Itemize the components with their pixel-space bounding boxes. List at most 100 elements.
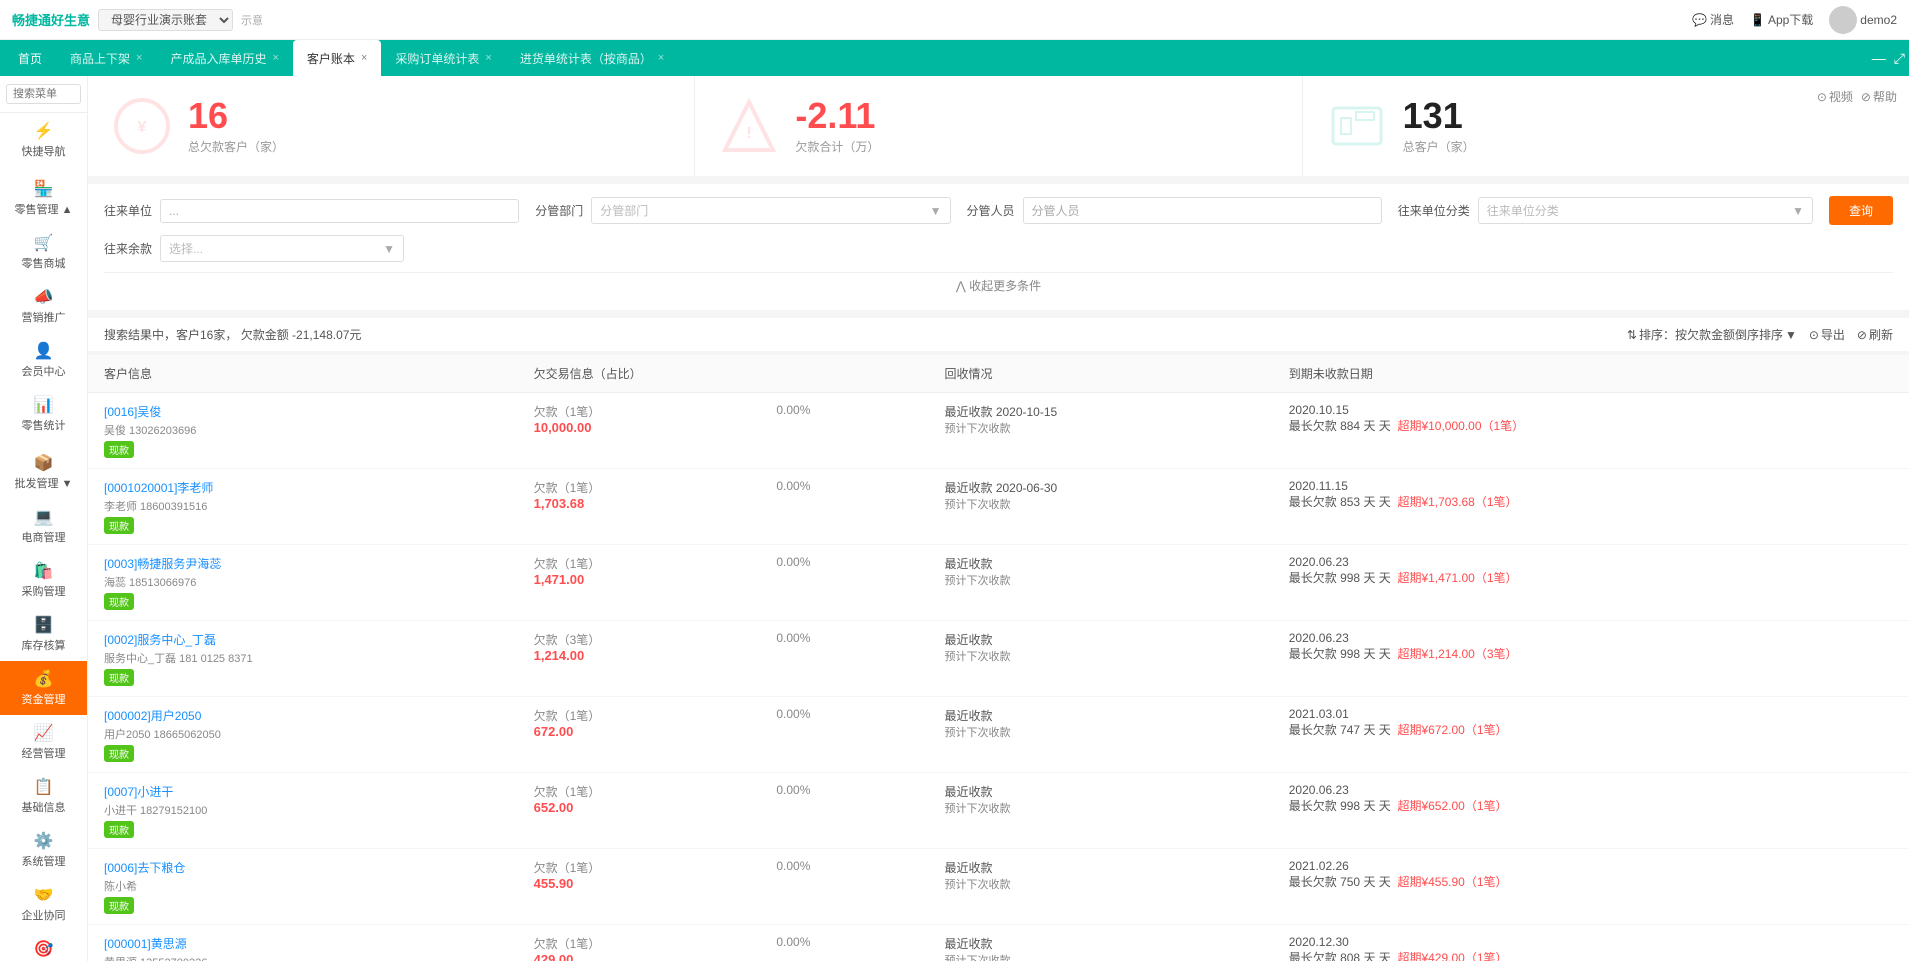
tab-purchase-label: 采购订单统计表: [395, 50, 479, 67]
export-btn[interactable]: ⊙ 导出: [1809, 326, 1845, 343]
cell-return-6: 最近收款 预计下次收款: [928, 849, 1272, 925]
stat-value-2: -2.11: [795, 98, 1277, 134]
filter-row-1: 往来单位 ... 分管部门 分管部门 ▼ 分管人员 分管人员: [104, 196, 1893, 225]
sidebar-item-batch[interactable]: 📦 批发管理 ▼: [0, 445, 87, 499]
next-collect-6: 预计下次收款: [944, 876, 1256, 892]
tab-purchase-close[interactable]: ×: [485, 52, 491, 64]
sidebar-item-finance[interactable]: 💰 资金管理: [0, 661, 87, 715]
message-btn[interactable]: 💬 消息: [1692, 11, 1734, 28]
result-actions: ⇅ 排序：按欠款金额倒序排序 ▼ ⊙ 导出 ⊘ 刷新: [1627, 326, 1893, 343]
tab-home[interactable]: 首页: [4, 40, 56, 76]
customer-name-7[interactable]: [000001]黄思源: [104, 935, 502, 952]
next-collect-5: 预计下次收款: [944, 800, 1256, 816]
th-customer: 客户信息: [88, 355, 518, 393]
marketing-icon: 📣: [0, 287, 87, 307]
cell-debt-1: 欠款（1笔） 1,703.68: [518, 469, 753, 545]
overdue-amount-7[interactable]: 超期¥429.00（1笔）: [1397, 951, 1507, 961]
tab-incoming[interactable]: 进货单统计表（按商品） ×: [506, 40, 678, 76]
query-button[interactable]: 查询: [1829, 196, 1893, 225]
sidebar-item-retail-mall[interactable]: 🛒 零售商城: [0, 225, 87, 279]
sidebar-search-input[interactable]: [6, 84, 81, 104]
tab-minimize[interactable]: —: [1872, 50, 1886, 67]
return-info-4: 最近收款 预计下次收款: [944, 707, 1256, 740]
sidebar-item-retail-mgmt[interactable]: 🏪 零售管理 ▲: [0, 171, 87, 225]
sidebar-item-inventory[interactable]: 🗄️ 库存核算: [0, 607, 87, 661]
retail-mall-icon: 🛒: [0, 233, 87, 253]
return-info-7: 最近收款 预计下次收款: [944, 935, 1256, 961]
tab-customer[interactable]: 客户账本 ×: [293, 40, 381, 76]
filter-dept-placeholder: 分管部门: [600, 202, 648, 219]
app-download-btn[interactable]: 📱 App下载: [1750, 11, 1813, 28]
company-select[interactable]: 母婴行业演示账套: [98, 9, 233, 31]
biz-icon: 📈: [0, 723, 87, 743]
tab-customer-close[interactable]: ×: [361, 52, 367, 64]
sort-icon: ⇅: [1627, 328, 1637, 342]
stat-value-3: 131: [1403, 98, 1885, 134]
customer-tag-3: 现款: [104, 669, 134, 686]
tab-goods-close[interactable]: ×: [136, 52, 142, 64]
help-btn[interactable]: ⊘ 帮助: [1861, 88, 1897, 105]
due-date-3: 2020.06.23: [1289, 631, 1893, 645]
due-date-6: 2021.02.26: [1289, 859, 1893, 873]
tab-expand[interactable]: ⤢: [1894, 50, 1905, 67]
sidebar-item-newbie[interactable]: 🎯 新手引导: [0, 931, 87, 961]
cell-pct-1: 0.00%: [752, 469, 928, 545]
sort-label[interactable]: ⇅ 排序：按欠款金额倒序排序 ▼: [1627, 326, 1797, 343]
sidebar-item-retail-stats[interactable]: 📊 零售统计: [0, 387, 87, 441]
stat-value-1: 16: [188, 98, 670, 134]
customer-name-3[interactable]: [0002]服务中心_丁磊: [104, 631, 502, 648]
sidebar-item-member[interactable]: 👤 会员中心: [0, 333, 87, 387]
overdue-days-1: 最长欠款 853 天 天: [1289, 495, 1394, 509]
overdue-info-1: 最长欠款 853 天 天 超期¥1,703.68（1笔）: [1289, 493, 1893, 510]
overdue-amount-5[interactable]: 超期¥652.00（1笔）: [1397, 799, 1507, 813]
customer-name-6[interactable]: [0006]去下粮仓: [104, 859, 502, 876]
sidebar-item-ecommerce[interactable]: 💻 电商管理: [0, 499, 87, 553]
sidebar-item-basic[interactable]: 📋 基础信息: [0, 769, 87, 823]
filter-person-input[interactable]: 分管人员: [1023, 197, 1382, 224]
overdue-amount-0[interactable]: 超期¥10,000.00（1笔）: [1397, 419, 1524, 433]
filter-item-person: 分管人员 分管人员: [967, 197, 1382, 224]
customer-name-5[interactable]: [0007]小进干: [104, 783, 502, 800]
filter-unit-dots: ...: [169, 204, 179, 218]
sidebar-item-biz[interactable]: 📈 经营管理: [0, 715, 87, 769]
customer-name-2[interactable]: [0003]畅捷服务尹海蕊: [104, 555, 502, 572]
filter-unit-input[interactable]: ...: [160, 199, 519, 223]
collapse-bar[interactable]: ⋀ 收起更多条件: [104, 272, 1893, 298]
tab-bar: 首页 商品上下架 × 产成品入库单历史 × 客户账本 × 采购订单统计表 × 进…: [0, 40, 1909, 76]
ecommerce-icon: 💻: [0, 507, 87, 527]
customer-name-1[interactable]: [0001020001]李老师: [104, 479, 502, 496]
sidebar-item-marketing[interactable]: 📣 营销推广: [0, 279, 87, 333]
sidebar-item-shortcut[interactable]: ⚡ 快捷导航: [0, 113, 87, 167]
tab-incoming-close[interactable]: ×: [658, 52, 664, 64]
customer-name-4[interactable]: [000002]用户2050: [104, 707, 502, 724]
tab-home-label: 首页: [18, 50, 42, 67]
last-collect-1: 最近收款 2020-06-30: [944, 479, 1256, 496]
user-avatar[interactable]: demo2: [1829, 6, 1897, 34]
debt-pct-7: 0.00%: [776, 935, 810, 949]
sidebar-item-purchase[interactable]: 🛍️ 采购管理: [0, 553, 87, 607]
cell-debt-7: 欠款（1笔） 429.00: [518, 925, 753, 961]
filter-dept-select[interactable]: 分管部门 ▼: [591, 197, 950, 224]
logo: 畅捷通好生意: [12, 10, 90, 29]
filter-balance-select[interactable]: 选择... ▼: [160, 235, 404, 262]
tab-purchase[interactable]: 采购订单统计表 ×: [381, 40, 505, 76]
overdue-amount-1[interactable]: 超期¥1,703.68（1笔）: [1397, 495, 1517, 509]
tab-produce-close[interactable]: ×: [272, 52, 278, 64]
table-row: [0007]小进干 小进干 18279152100 现款 欠款（1笔） 652.…: [88, 773, 1909, 849]
refresh-btn[interactable]: ⊘ 刷新: [1857, 326, 1893, 343]
tab-goods[interactable]: 商品上下架 ×: [56, 40, 156, 76]
sidebar-item-sys[interactable]: ⚙️ 系统管理: [0, 823, 87, 877]
filter-class-select[interactable]: 往来单位分类 ▼: [1478, 197, 1813, 224]
overdue-amount-4[interactable]: 超期¥672.00（1笔）: [1397, 723, 1507, 737]
overdue-amount-6[interactable]: 超期¥455.90（1笔）: [1397, 875, 1507, 889]
cell-due-7: 2020.12.30 最长欠款 808 天 天 超期¥429.00（1笔）: [1273, 925, 1909, 961]
view-btn[interactable]: ⊙ 视频: [1817, 88, 1853, 105]
overdue-amount-3[interactable]: 超期¥1,214.00（3笔）: [1397, 647, 1517, 661]
sidebar-item-enterprise[interactable]: 🤝 企业协同: [0, 877, 87, 931]
debt-amount-2: 1,471.00: [534, 572, 737, 587]
customer-name-0[interactable]: [0016]吴俊: [104, 403, 502, 420]
customer-tag-5: 现款: [104, 821, 134, 838]
sidebar-retail-stats-label: 零售统计: [22, 420, 66, 432]
overdue-amount-2[interactable]: 超期¥1,471.00（1笔）: [1397, 571, 1517, 585]
tab-produce[interactable]: 产成品入库单历史 ×: [156, 40, 292, 76]
